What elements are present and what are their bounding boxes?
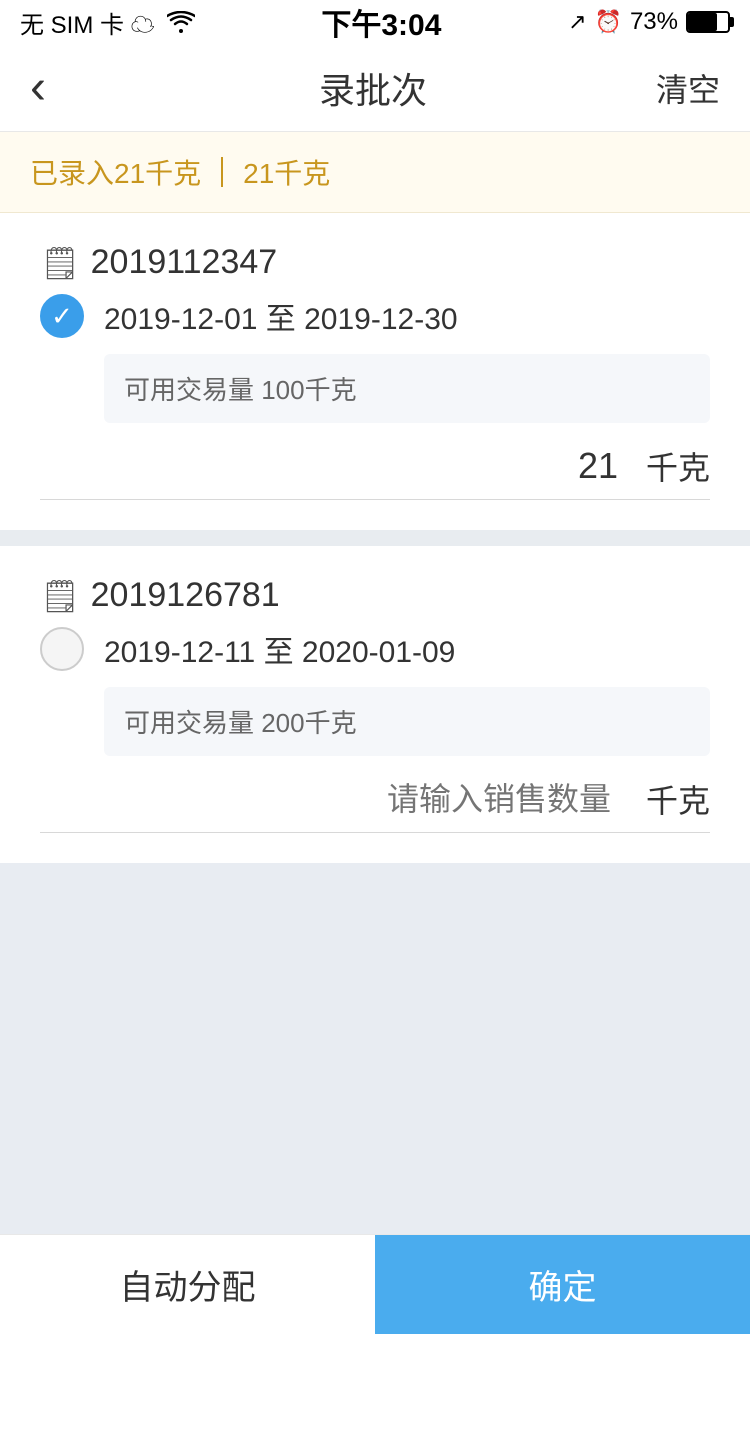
batch-date-1: 2019-12-01 至 2019-12-30 [104, 294, 458, 338]
confirm-button[interactable]: 确定 [375, 1235, 750, 1334]
status-bar: 无 SIM 卡 ☁ 下午3:04 ↗ ⏰ 73% [0, 0, 750, 44]
status-left: 无 SIM 卡 ☁ [20, 5, 195, 40]
batch-id-1: 2019112347 [91, 243, 278, 282]
batch-amount-row-1: 21 千克 [40, 423, 710, 499]
amount-unit-1: 千克 [646, 443, 710, 489]
banner-divider [221, 157, 223, 187]
total-label: 21千克 [243, 152, 330, 192]
status-right: ↗ ⏰ 73% [568, 8, 730, 36]
checkmark-1: ✓ [51, 303, 73, 329]
radio-btn-2[interactable] [40, 627, 84, 671]
wifi-icon [167, 11, 195, 33]
bottom-bar: 自动分配 确定 [0, 1234, 750, 1334]
card-divider-2 [40, 832, 710, 833]
batch-item-1: 🗒 2019112347 ✓ 2019-12-01 至 2019-12-30 可… [0, 213, 750, 530]
batch-item-1-date-row: ✓ 2019-12-01 至 2019-12-30 [40, 294, 710, 338]
quantity-input-2[interactable] [276, 781, 626, 818]
location-icon: ↗ [568, 9, 586, 35]
nav-bar: ‹ 录批次 清空 [0, 44, 750, 132]
already-recorded-label: 已录入21千克 [30, 152, 201, 192]
batch-available-2: 可用交易量 200千克 [104, 687, 710, 756]
card-divider-1 [40, 499, 710, 500]
batch-item-2-date-row: 2019-12-11 至 2020-01-09 [40, 627, 710, 671]
battery-icon [686, 11, 730, 33]
page-title: 录批次 [319, 62, 427, 114]
batch-amount-row-2: 千克 [40, 756, 710, 832]
batch-id-icon-2: 🗒 [40, 577, 81, 615]
amount-unit-2: 千克 [646, 776, 710, 822]
info-banner: 已录入21千克 21千克 [0, 132, 750, 213]
batch-date-2: 2019-12-11 至 2020-01-09 [104, 627, 455, 671]
no-sim-label: 无 SIM 卡 ☁ [20, 5, 155, 40]
batch-item-2-header: 🗒 2019126781 [40, 576, 710, 615]
section-divider [0, 530, 750, 546]
batch-available-1: 可用交易量 100千克 [104, 354, 710, 423]
auto-distribute-button[interactable]: 自动分配 [0, 1235, 375, 1334]
amount-value-1: 21 [578, 445, 618, 487]
batch-item-1-header: 🗒 2019112347 [40, 243, 710, 282]
alarm-icon: ⏰ [595, 9, 622, 35]
battery-percent: 73% [630, 8, 678, 36]
batch-item-2: 🗒 2019126781 2019-12-11 至 2020-01-09 可用交… [0, 546, 750, 863]
clear-button[interactable]: 清空 [656, 65, 720, 111]
batch-id-icon-1: 🗒 [40, 244, 81, 282]
status-time: 下午3:04 [321, 0, 441, 44]
batch-id-2: 2019126781 [91, 576, 280, 615]
radio-btn-1[interactable]: ✓ [40, 294, 84, 338]
back-button[interactable]: ‹ [30, 60, 90, 115]
